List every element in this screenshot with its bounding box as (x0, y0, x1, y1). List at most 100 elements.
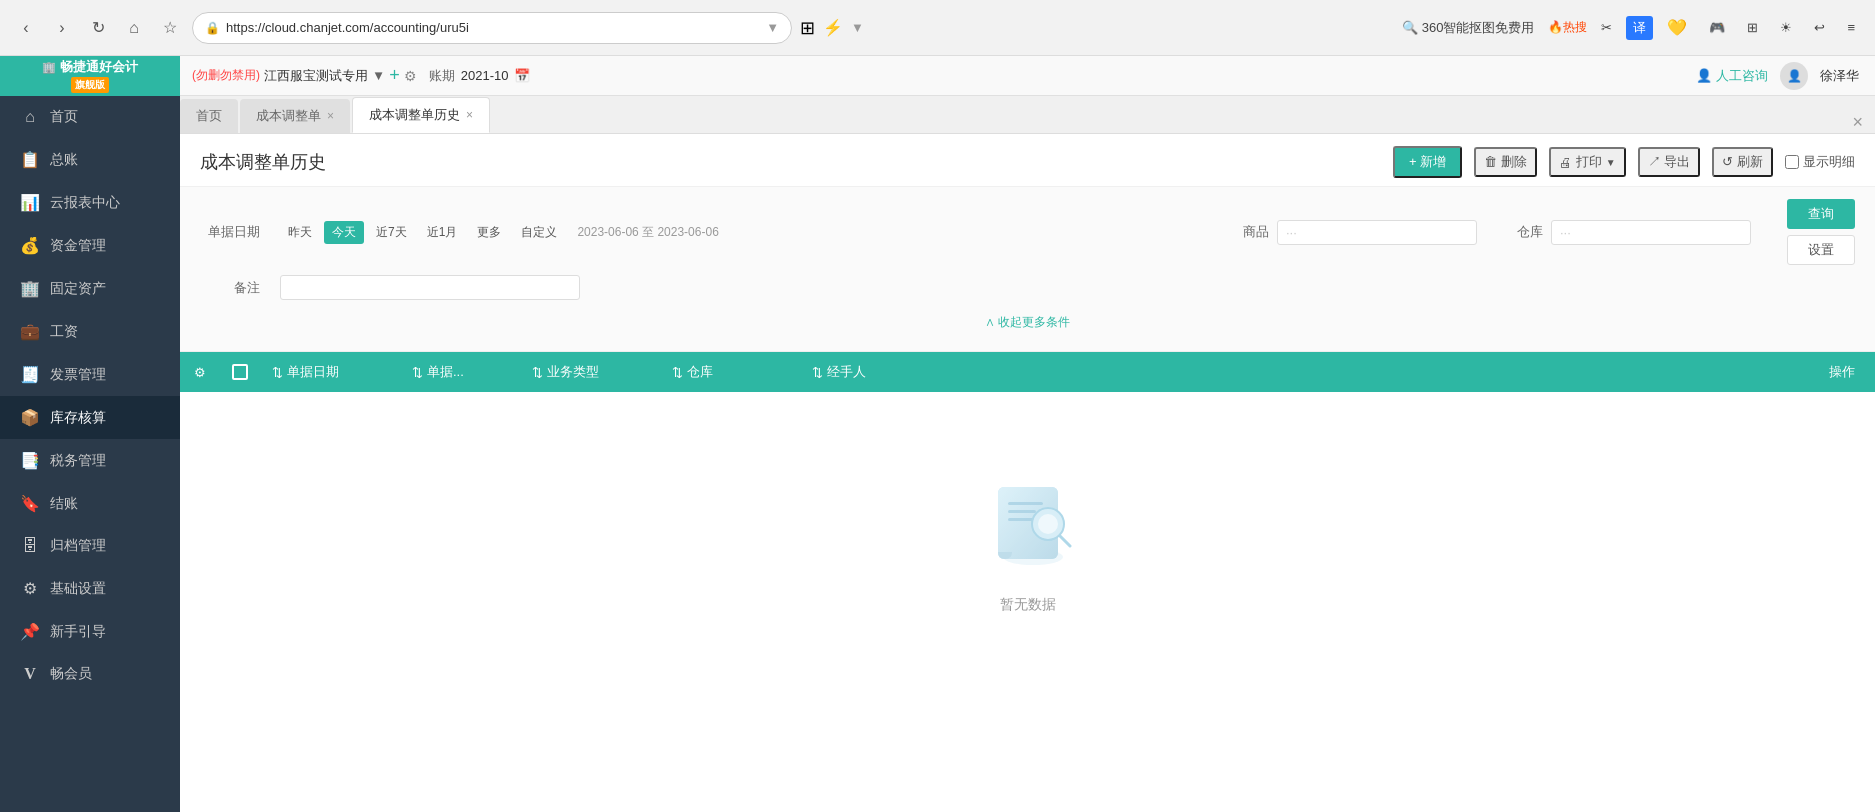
date-btn-today[interactable]: 今天 (324, 221, 364, 244)
header-period: 账期 2021-10 📅 (429, 67, 551, 85)
address-bar[interactable]: 🔒 https://cloud.chanjet.com/accounting/u… (192, 12, 792, 44)
logo-icon: 🏢 (42, 61, 56, 74)
add-company-btn[interactable]: + (389, 65, 400, 86)
grid-tool[interactable]: ⊞ (1739, 16, 1766, 39)
sidebar-item-reports[interactable]: 📊 云报表中心 (0, 181, 180, 224)
user-avatar: 👤 (1780, 62, 1808, 90)
date-range-display: 2023-06-06 至 2023-06-06 (577, 224, 718, 241)
search-tool[interactable]: 🔍 360智能抠图免费用 (1394, 15, 1543, 41)
sidebar-item-member[interactable]: V 畅会员 (0, 653, 180, 695)
filter-row-note: 备注 (200, 275, 1855, 300)
hot-search: 🔥热搜 (1548, 19, 1587, 36)
new-btn[interactable]: + 新增 (1393, 146, 1462, 178)
currency-tool[interactable]: 💛 (1659, 14, 1695, 41)
consult-icon: 👤 (1696, 68, 1712, 83)
th-biztype[interactable]: ⇅ 业务类型 (520, 363, 660, 381)
translate-tool[interactable]: 译 (1626, 16, 1653, 40)
consult-btn[interactable]: 👤 人工咨询 (1696, 67, 1768, 85)
th-ops: 操作 (1795, 363, 1875, 381)
print-icon: 🖨 (1559, 155, 1572, 170)
filter-area: 单据日期 昨天 今天 近7天 近1月 更多 自定义 2023-06-06 至 2… (180, 187, 1875, 352)
sidebar-item-guide[interactable]: 📌 新手引导 (0, 610, 180, 653)
calendar-icon[interactable]: 📅 (514, 68, 530, 83)
tab-cost-adj-hist[interactable]: 成本调整单历史 × (352, 97, 490, 133)
sidebar-item-label: 总账 (50, 151, 78, 169)
page-content: 成本调整单历史 + 新增 🗑 删除 🖨 打印 ▼ ↗ 导出 ↺ 刷新 显示明细 (180, 134, 1875, 812)
theme-tool[interactable]: ☀ (1772, 16, 1800, 39)
sidebar-item-fixed-assets[interactable]: 🏢 固定资产 (0, 267, 180, 310)
empty-icon (968, 472, 1088, 572)
company-dropdown[interactable]: ▼ (372, 68, 385, 83)
th-settings[interactable]: ⚙ (180, 365, 220, 380)
undo-tool[interactable]: ↩ (1806, 16, 1833, 39)
warehouse-filter-input[interactable]: ··· (1551, 220, 1751, 245)
dropdown-icon: ▼ (766, 20, 779, 35)
show-detail-check[interactable]: 显示明细 (1785, 153, 1855, 171)
goods-filter-input[interactable]: ··· (1277, 220, 1477, 245)
tab-cost-adj-hist-close[interactable]: × (466, 108, 473, 122)
tab-cost-adj[interactable]: 成本调整单 × (240, 99, 350, 133)
show-detail-checkbox[interactable] (1785, 155, 1799, 169)
th-warehouse-label: 仓库 (687, 363, 713, 381)
menu-tool[interactable]: ≡ (1839, 16, 1863, 39)
invoice-icon: 🧾 (20, 365, 40, 384)
settings-col-icon: ⚙ (194, 365, 206, 380)
cut-tool[interactable]: ✂ (1593, 16, 1620, 39)
content-area: 首页 成本调整单 × 成本调整单历史 × × 成本调整单历史 + 新增 🗑 删除 (180, 96, 1875, 812)
filter-settings-btn[interactable]: 设置 (1787, 235, 1855, 265)
date-btn-more[interactable]: 更多 (469, 221, 509, 244)
period-label: 账期 (429, 67, 455, 85)
header-company: (勿删勿禁用) 江西服宝测试专用 ▼ + ⚙ (180, 65, 429, 86)
date-btn-yesterday[interactable]: 昨天 (280, 221, 320, 244)
lock-icon: 🔒 (205, 21, 220, 35)
date-btn-7days[interactable]: 近7天 (368, 221, 415, 244)
tab-cost-adj-close[interactable]: × (327, 109, 334, 123)
sidebar-item-general-ledger[interactable]: 📋 总账 (0, 138, 180, 181)
date-btn-1month[interactable]: 近1月 (419, 221, 466, 244)
sidebar-item-settings[interactable]: ⚙ 基础设置 (0, 567, 180, 610)
sidebar-item-archive[interactable]: 🗄 归档管理 (0, 525, 180, 567)
print-btn[interactable]: 🖨 打印 ▼ (1549, 147, 1626, 177)
star-button[interactable]: ☆ (156, 14, 184, 42)
th-warehouse[interactable]: ⇅ 仓库 (660, 363, 800, 381)
header-checkbox[interactable] (232, 364, 248, 380)
sidebar-item-home[interactable]: ⌂ 首页 (0, 96, 180, 138)
refresh-btn[interactable]: ↺ 刷新 (1712, 147, 1773, 177)
th-docno[interactable]: ⇅ 单据... (400, 363, 520, 381)
back-button[interactable]: ‹ (12, 14, 40, 42)
date-filter-btns: 昨天 今天 近7天 近1月 更多 自定义 2023-06-06 至 2023-0… (280, 221, 719, 244)
sidebar-item-inventory[interactable]: 📦 库存核算 (0, 396, 180, 439)
period-value: 2021-10 (461, 68, 509, 83)
close-all-btn[interactable]: × (1840, 112, 1875, 133)
sidebar-item-invoice[interactable]: 🧾 发票管理 (0, 353, 180, 396)
tax-icon: 📑 (20, 451, 40, 470)
query-btn[interactable]: 查询 (1787, 199, 1855, 229)
th-date[interactable]: ⇅ 单据日期 (260, 363, 400, 381)
delete-btn[interactable]: 🗑 删除 (1474, 147, 1537, 177)
home-button[interactable]: ⌂ (120, 14, 148, 42)
date-btn-custom[interactable]: 自定义 (513, 221, 565, 244)
collapse-btn[interactable]: ∧ 收起更多条件 (973, 310, 1082, 335)
game-tool[interactable]: 🎮 (1701, 16, 1733, 39)
tab-home[interactable]: 首页 (180, 99, 238, 133)
fixed-assets-icon: 🏢 (20, 279, 40, 298)
goods-dots: ··· (1286, 225, 1297, 240)
company-settings-btn[interactable]: ⚙ (404, 68, 417, 84)
logo-sub: 旗舰版 (71, 77, 109, 93)
refresh-button[interactable]: ↻ (84, 14, 112, 42)
sidebar-item-salary[interactable]: 💼 工资 (0, 310, 180, 353)
sidebar-item-settlement[interactable]: 🔖 结账 (0, 482, 180, 525)
settlement-icon: 🔖 (20, 494, 40, 513)
th-check[interactable] (220, 364, 260, 380)
note-filter-input[interactable] (280, 275, 580, 300)
sidebar-item-funds[interactable]: 💰 资金管理 (0, 224, 180, 267)
export-btn[interactable]: ↗ 导出 (1638, 147, 1701, 177)
tab-home-label: 首页 (196, 107, 222, 125)
svg-line-8 (1060, 536, 1070, 546)
page-header: 成本调整单历史 + 新增 🗑 删除 🖨 打印 ▼ ↗ 导出 ↺ 刷新 显示明细 (180, 134, 1875, 187)
sort-icon: ⇅ (412, 365, 423, 380)
sidebar-item-tax[interactable]: 📑 税务管理 (0, 439, 180, 482)
empty-text: 暂无数据 (1000, 596, 1056, 614)
forward-button[interactable]: › (48, 14, 76, 42)
th-person[interactable]: ⇅ 经手人 (800, 363, 940, 381)
